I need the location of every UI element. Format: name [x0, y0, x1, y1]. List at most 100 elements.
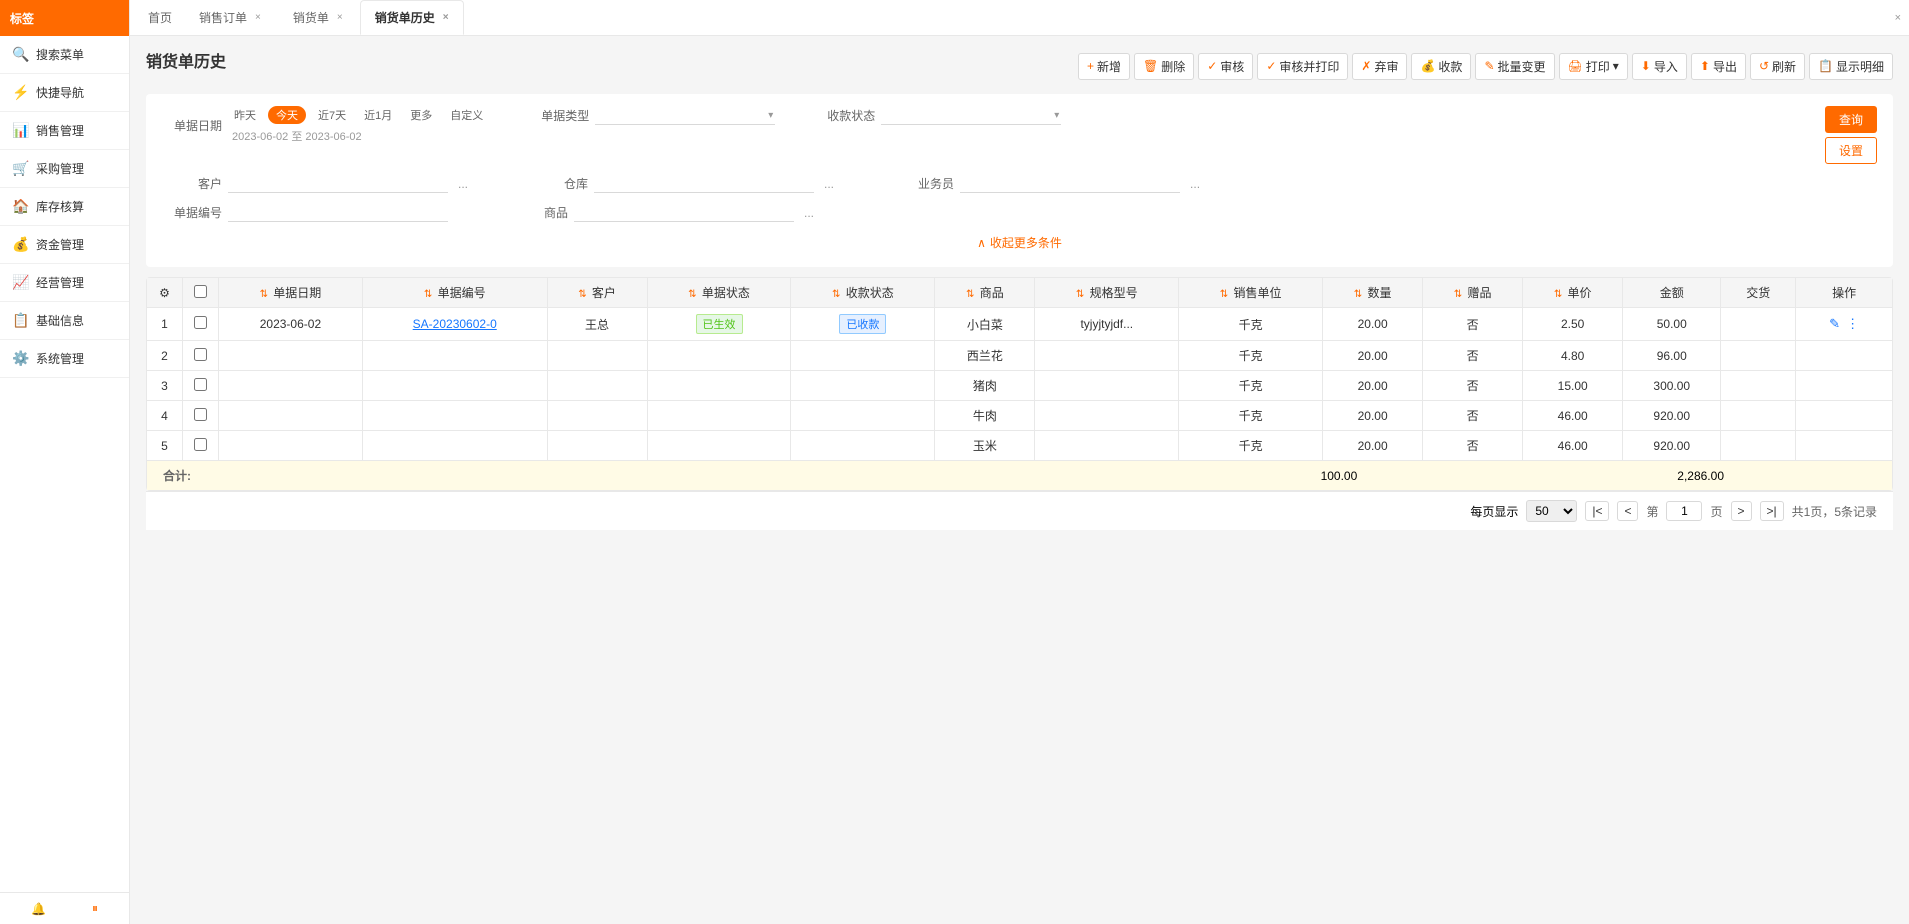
- date-tab-7days[interactable]: 近7天: [312, 106, 352, 124]
- col-qty[interactable]: ⇅ 数量: [1323, 278, 1423, 308]
- tab-sales-order[interactable]: 销售订单 ×: [184, 0, 276, 35]
- goods-dots[interactable]: ...: [804, 206, 814, 220]
- row-checkbox[interactable]: [183, 341, 219, 371]
- date-tab-custom[interactable]: 自定义: [444, 106, 489, 124]
- customer-filter: 客户 ...: [162, 174, 468, 193]
- row-select-checkbox[interactable]: [194, 378, 207, 391]
- warehouse-dots[interactable]: ...: [824, 177, 834, 191]
- last-page-button[interactable]: >|: [1760, 501, 1784, 521]
- staff-input[interactable]: [960, 174, 1180, 193]
- pause-icon[interactable]: ⏸: [92, 901, 98, 916]
- batch-change-button[interactable]: ✎ 批量变更: [1475, 53, 1554, 80]
- sidebar-item-inventory[interactable]: 🏠 库存核算: [0, 188, 129, 226]
- export-button[interactable]: ⬆ 导出: [1691, 53, 1746, 80]
- col-doc-date[interactable]: ⇅ 单据日期: [219, 278, 363, 308]
- sidebar-item-label: 库存核算: [36, 198, 84, 215]
- staff-dots[interactable]: ...: [1190, 177, 1200, 191]
- add-button[interactable]: + 新增: [1078, 53, 1130, 80]
- cell-doc-no[interactable]: [362, 401, 547, 431]
- show-detail-button[interactable]: 📋 显示明细: [1809, 53, 1893, 80]
- prev-page-button[interactable]: <: [1617, 501, 1638, 521]
- row-select-checkbox[interactable]: [194, 438, 207, 451]
- warehouse-filter: 仓库 ...: [528, 174, 834, 193]
- print-button[interactable]: 🖨 打印 ▾: [1559, 53, 1628, 80]
- table-settings-icon[interactable]: ⚙: [159, 286, 170, 300]
- warehouse-input[interactable]: [594, 174, 814, 193]
- col-doc-status[interactable]: ⇅ 单据状态: [647, 278, 791, 308]
- col-settings[interactable]: ⚙: [147, 278, 183, 308]
- next-page-button[interactable]: >: [1731, 501, 1752, 521]
- query-button[interactable]: 查询: [1825, 106, 1877, 133]
- collapse-filter-button[interactable]: ∧ 收起更多条件: [162, 230, 1877, 255]
- audit-print-button[interactable]: ✓ 审核并打印: [1257, 53, 1348, 80]
- delete-button[interactable]: 🗑 删除: [1134, 53, 1194, 80]
- row-checkbox[interactable]: [183, 431, 219, 461]
- sidebar-item-quick-nav[interactable]: ⚡ 快捷导航: [0, 74, 129, 112]
- col-unit[interactable]: ⇅ 销售单位: [1179, 278, 1323, 308]
- edit-action-button[interactable]: ✎: [1826, 316, 1843, 331]
- row-select-checkbox[interactable]: [194, 348, 207, 361]
- date-tab-today[interactable]: 今天: [268, 106, 306, 124]
- row-checkbox[interactable]: [183, 308, 219, 341]
- cell-collect-status: [791, 341, 935, 371]
- abandon-button[interactable]: ✗ 弃审: [1352, 53, 1407, 80]
- close-all-tabs[interactable]: ×: [1895, 12, 1901, 24]
- import-button[interactable]: ⬇ 导入: [1632, 53, 1687, 80]
- date-tab-more[interactable]: 更多: [404, 106, 438, 124]
- col-spec[interactable]: ⇅ 规格型号: [1035, 278, 1179, 308]
- cell-doc-no[interactable]: SA-20230602-0: [362, 308, 547, 341]
- cell-doc-no[interactable]: [362, 371, 547, 401]
- per-page-select[interactable]: 50 100: [1526, 500, 1577, 522]
- docno-input[interactable]: [228, 203, 448, 222]
- col-collect-status[interactable]: ⇅ 收款状态: [791, 278, 935, 308]
- cell-doc-no[interactable]: [362, 431, 547, 461]
- sidebar-item-purchase-mgmt[interactable]: 🛒 采购管理: [0, 150, 129, 188]
- page-number-input[interactable]: [1666, 501, 1702, 521]
- tab-close-sales-history[interactable]: ×: [443, 12, 449, 23]
- table-row: 12023-06-02SA-20230602-0王总已生效已收款小白菜tyjyj…: [147, 308, 1893, 341]
- col-goods[interactable]: ⇅ 商品: [935, 278, 1035, 308]
- tab-close-sales-order[interactable]: ×: [255, 12, 261, 23]
- sidebar-item-system-mgmt[interactable]: ⚙️ 系统管理: [0, 340, 129, 378]
- doc-type-select[interactable]: [595, 106, 775, 125]
- customer-input[interactable]: [228, 174, 448, 193]
- tab-sales-history[interactable]: 销货单历史 ×: [360, 0, 464, 35]
- goods-input[interactable]: [574, 203, 794, 222]
- sidebar-item-sales-mgmt[interactable]: 📊 销售管理: [0, 112, 129, 150]
- sort-icon: ⇅: [688, 289, 696, 300]
- tab-home[interactable]: 首页: [138, 3, 182, 32]
- tab-sales-delivery[interactable]: 销货单 ×: [278, 0, 358, 35]
- cell-deal: [1721, 371, 1796, 401]
- collect-button[interactable]: 💰 收款: [1411, 53, 1471, 80]
- row-select-checkbox[interactable]: [194, 408, 207, 421]
- col-customer[interactable]: ⇅ 客户: [547, 278, 647, 308]
- row-checkbox[interactable]: [183, 401, 219, 431]
- collect-status-select[interactable]: [881, 106, 1061, 125]
- row-select-checkbox[interactable]: [194, 316, 207, 329]
- tab-close-sales-delivery[interactable]: ×: [337, 12, 343, 23]
- cell-doc-no[interactable]: [362, 341, 547, 371]
- select-all-checkbox[interactable]: [194, 285, 207, 298]
- col-gift[interactable]: ⇅ 赠品: [1423, 278, 1523, 308]
- refresh-button[interactable]: ↺ 刷新: [1750, 53, 1805, 80]
- col-unit-price[interactable]: ⇅ 单价: [1523, 278, 1623, 308]
- settings-button[interactable]: 设置: [1825, 137, 1877, 164]
- collect-status-label: 收款状态: [815, 107, 875, 124]
- customer-dots[interactable]: ...: [458, 177, 468, 191]
- cell-action: [1796, 431, 1893, 461]
- doc-no-link[interactable]: SA-20230602-0: [413, 317, 497, 331]
- sidebar-item-operation-mgmt[interactable]: 📈 经营管理: [0, 264, 129, 302]
- table-row: 3猪肉千克20.00否15.00300.00: [147, 371, 1893, 401]
- date-tab-yesterday[interactable]: 昨天: [228, 106, 262, 124]
- date-tab-1month[interactable]: 近1月: [358, 106, 398, 124]
- more-action-button[interactable]: ⋮: [1843, 316, 1862, 331]
- first-page-button[interactable]: |<: [1585, 501, 1609, 521]
- row-checkbox[interactable]: [183, 371, 219, 401]
- col-doc-no[interactable]: ⇅ 单据编号: [362, 278, 547, 308]
- notification-icon[interactable]: 🔔: [31, 902, 46, 916]
- cell-collect-status: [791, 401, 935, 431]
- audit-button[interactable]: ✓ 审核: [1198, 53, 1253, 80]
- sidebar-item-search-menu[interactable]: 🔍 搜索菜单: [0, 36, 129, 74]
- sidebar-item-finance-mgmt[interactable]: 💰 资金管理: [0, 226, 129, 264]
- sidebar-item-basic-info[interactable]: 📋 基础信息: [0, 302, 129, 340]
